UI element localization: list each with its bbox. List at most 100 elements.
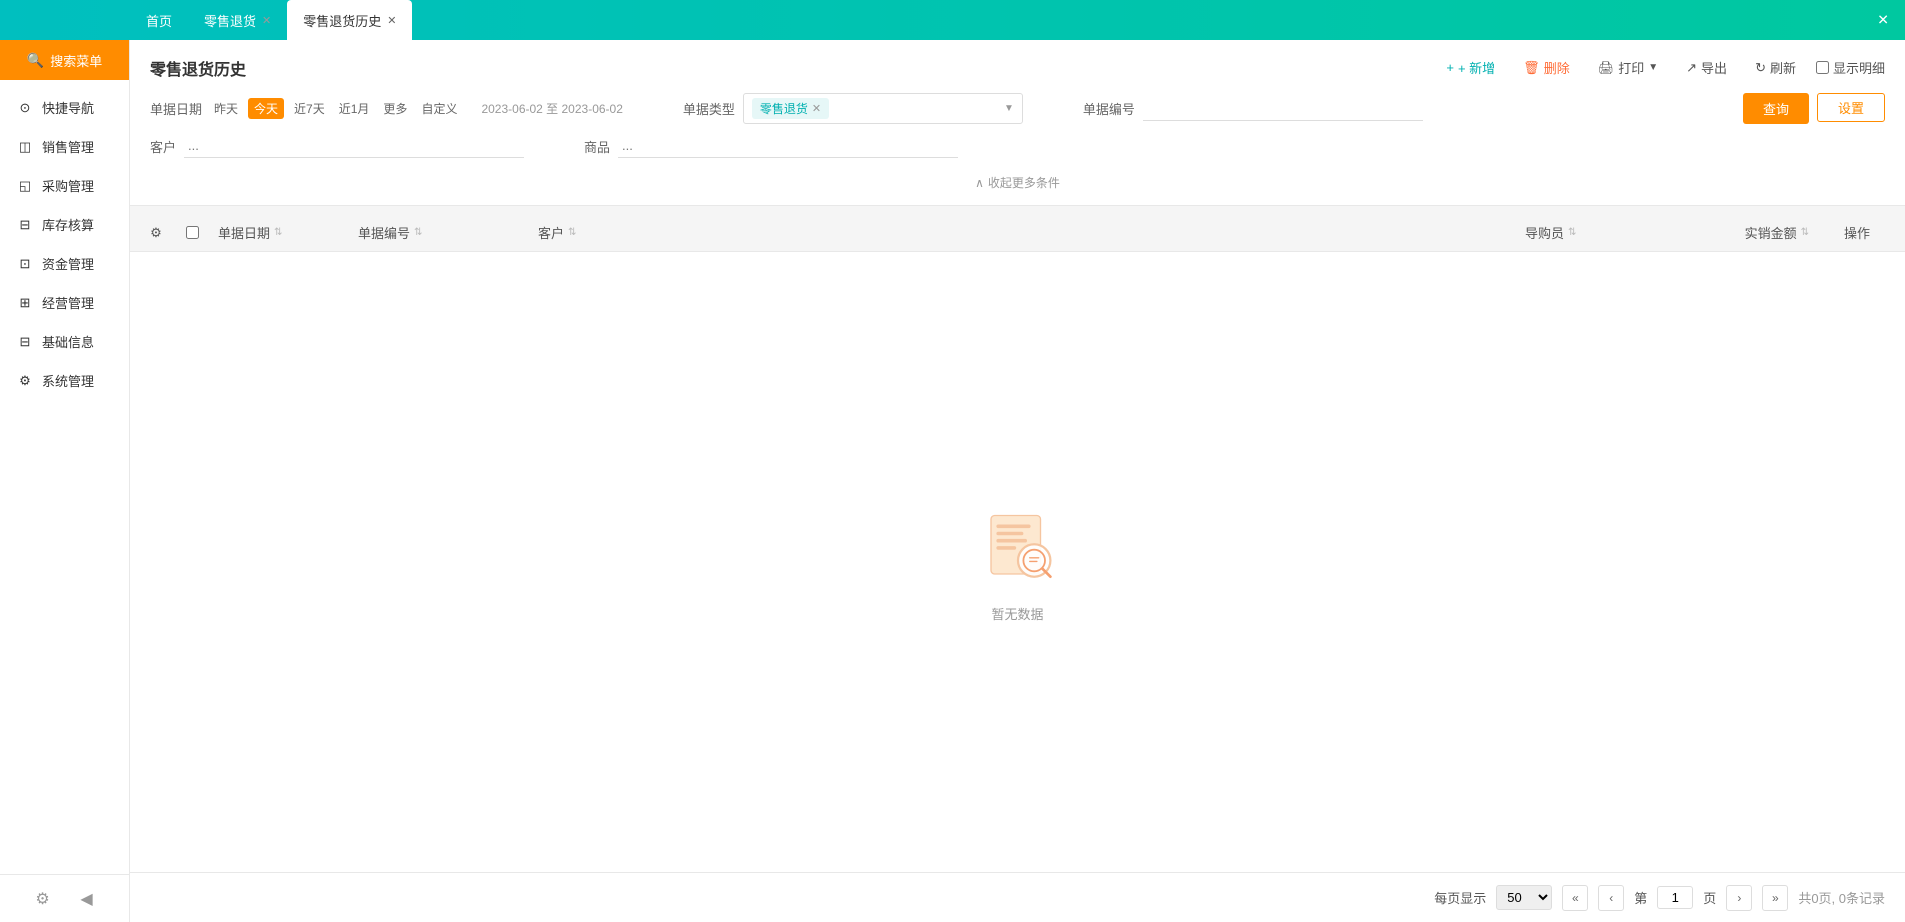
tab-retail-return-history[interactable]: 零售退货历史 ✕ [287, 0, 412, 40]
shortcut-1month[interactable]: 近1月 [335, 98, 374, 119]
per-page-select[interactable]: 50 20 100 [1496, 885, 1552, 910]
filter-area: 单据日期 昨天 今天 近7天 近1月 更多 自定义 2023-06-02 至 2… [150, 93, 1885, 205]
tab-retail-return[interactable]: 零售退货 ✕ [188, 0, 287, 40]
next-page-button[interactable]: › [1726, 885, 1752, 911]
doc-type-select[interactable]: 零售退货 ✕ ▼ [743, 93, 1023, 124]
th-guide: 导购员 ⇅ [1517, 223, 1677, 242]
doc-number-filter: 单据编号 [1083, 97, 1423, 121]
refresh-icon: ↻ [1755, 60, 1766, 76]
sidebar-item-sales-mgmt[interactable]: ◫ 销售管理 [0, 127, 129, 166]
sidebar: 🔍 搜索菜单 ⊙ 快捷导航 ◫ 销售管理 ◱ 采购管理 ⊟ 库存核算 ⊡ 资金管 [0, 40, 130, 922]
goods-filter: 商品 [584, 134, 958, 158]
guide-sort-icon[interactable]: ⇅ [1568, 227, 1576, 238]
sidebar-search[interactable]: 🔍 搜索菜单 [0, 40, 129, 80]
home-icon: ⊙ [16, 99, 34, 117]
shortcut-yesterday[interactable]: 昨天 [210, 98, 242, 119]
sidebar-item-finance[interactable]: ⊡ 资金管理 [0, 244, 129, 283]
show-detail-checkbox[interactable] [1816, 61, 1829, 74]
filter-row-2: 客户 商品 [150, 134, 1885, 158]
th-checkbox[interactable] [174, 226, 210, 239]
tab-retail-return-history-close[interactable]: ✕ [387, 14, 396, 27]
tab-home[interactable]: 首页 [130, 0, 188, 40]
pagination: 每页显示 50 20 100 « ‹ 第 页 › » 共0页, 0条记录 [130, 872, 1905, 922]
table-header: ⚙ 单据日期 ⇅ 单据编号 ⇅ 客户 ⇅ 导购员 ⇅ [130, 214, 1905, 252]
print-icon: 🖨 [1598, 60, 1615, 76]
empty-illustration [973, 502, 1063, 592]
date-sort-icon[interactable]: ⇅ [274, 227, 282, 238]
delete-button[interactable]: 🗑 删除 [1515, 54, 1578, 81]
settings-button[interactable]: 设置 [1817, 93, 1885, 122]
customer-sort-icon[interactable]: ⇅ [568, 227, 576, 238]
delete-icon: 🗑 [1523, 60, 1540, 76]
filter-row-1: 单据日期 昨天 今天 近7天 近1月 更多 自定义 2023-06-02 至 2… [150, 93, 1885, 124]
sidebar-item-system-mgmt[interactable]: ⚙ 系统管理 [0, 361, 129, 400]
system-icon: ⚙ [16, 372, 34, 390]
prev-page-button[interactable]: ‹ [1598, 885, 1624, 911]
query-button[interactable]: 查询 [1743, 93, 1809, 124]
date-filter: 单据日期 昨天 今天 近7天 近1月 更多 自定义 [150, 98, 461, 119]
sidebar-item-quick-nav[interactable]: ⊙ 快捷导航 [0, 88, 129, 127]
th-customer: 客户 ⇅ [530, 223, 1517, 242]
doc-type-select-arrow: ▼ [1004, 103, 1014, 114]
page-title-row: 零售退货历史 + + 新增 🗑 删除 🖨 打印 ▼ [150, 54, 1885, 81]
doc-type-tag-close[interactable]: ✕ [812, 102, 821, 115]
page-label-prefix: 第 [1634, 888, 1647, 907]
page-total: 共0页, 0条记录 [1798, 888, 1885, 907]
new-button[interactable]: + + 新增 [1438, 54, 1503, 81]
shortcut-today[interactable]: 今天 [248, 98, 284, 119]
tab-retail-return-close[interactable]: ✕ [262, 14, 271, 27]
amount-sort-icon[interactable]: ⇅ [1801, 227, 1809, 238]
page-title: 零售退货历史 [150, 56, 246, 80]
export-icon: ↗ [1686, 60, 1697, 76]
sidebar-item-operations[interactable]: ⊞ 经营管理 [0, 283, 129, 322]
th-date: 单据日期 ⇅ [210, 223, 350, 242]
sales-icon: ◫ [16, 138, 34, 156]
toolbar: + + 新增 🗑 删除 🖨 打印 ▼ ↗ 导出 [1438, 54, 1885, 81]
print-dropdown-icon: ▼ [1648, 62, 1658, 73]
window-close-button[interactable]: ✕ [1877, 12, 1889, 29]
shortcut-custom[interactable]: 自定义 [417, 98, 461, 119]
th-settings[interactable]: ⚙ [138, 225, 174, 241]
finance-icon: ⊡ [16, 255, 34, 273]
page-label-suffix: 页 [1703, 888, 1716, 907]
goods-input[interactable] [618, 134, 958, 158]
top-bar: 首页 零售退货 ✕ 零售退货历史 ✕ ✕ [0, 0, 1905, 40]
doc-type-filter: 单据类型 零售退货 ✕ ▼ [683, 93, 1023, 124]
page-header: 零售退货历史 + + 新增 🗑 删除 🖨 打印 ▼ [130, 40, 1905, 206]
first-page-button[interactable]: « [1562, 885, 1588, 911]
shortcut-more[interactable]: 更多 [379, 98, 411, 119]
sidebar-nav: ⊙ 快捷导航 ◫ 销售管理 ◱ 采购管理 ⊟ 库存核算 ⊡ 资金管理 ⊞ 经营管… [0, 80, 129, 874]
select-all-checkbox[interactable] [186, 226, 199, 239]
settings-bottom-icon[interactable]: ⚙ [31, 887, 55, 911]
sidebar-item-basic-info[interactable]: ⊟ 基础信息 [0, 322, 129, 361]
inventory-icon: ⊟ [16, 216, 34, 234]
th-action: 操作 [1817, 223, 1897, 242]
doc-type-tag: 零售退货 ✕ [752, 98, 829, 119]
sidebar-item-inventory[interactable]: ⊟ 库存核算 [0, 205, 129, 244]
content-area: 零售退货历史 + + 新增 🗑 删除 🖨 打印 ▼ [130, 40, 1905, 922]
print-button[interactable]: 🖨 打印 ▼ [1590, 54, 1666, 81]
purchase-icon: ◱ [16, 177, 34, 195]
collapse-sidebar-icon[interactable]: ◀ [75, 887, 99, 911]
per-page-label: 每页显示 [1434, 888, 1486, 907]
collapse-button[interactable]: ∧ 收起更多条件 [967, 172, 1068, 193]
date-range-display: 2023-06-02 至 2023-06-02 [481, 100, 622, 117]
collapse-icon: ∧ [975, 176, 984, 190]
search-icon: 🔍 [27, 52, 44, 69]
shortcut-7days[interactable]: 近7天 [290, 98, 329, 119]
export-button[interactable]: ↗ 导出 [1678, 54, 1735, 81]
basic-info-icon: ⊟ [16, 333, 34, 351]
page-input[interactable] [1657, 886, 1693, 909]
main-layout: 🔍 搜索菜单 ⊙ 快捷导航 ◫ 销售管理 ◱ 采购管理 ⊟ 库存核算 ⊡ 资金管 [0, 40, 1905, 922]
number-sort-icon[interactable]: ⇅ [414, 227, 422, 238]
th-amount: 实销金额 ⇅ [1677, 223, 1817, 242]
operations-icon: ⊞ [16, 294, 34, 312]
show-detail-checkbox-label[interactable]: 显示明细 [1816, 58, 1885, 77]
last-page-button[interactable]: » [1762, 885, 1788, 911]
sidebar-item-purchase-mgmt[interactable]: ◱ 采购管理 [0, 166, 129, 205]
table-area: ⚙ 单据日期 ⇅ 单据编号 ⇅ 客户 ⇅ 导购员 ⇅ [130, 214, 1905, 922]
doc-number-input[interactable] [1143, 97, 1423, 121]
customer-filter: 客户 [150, 134, 524, 158]
refresh-button[interactable]: ↻ 刷新 [1747, 54, 1804, 81]
customer-input[interactable] [184, 134, 524, 158]
